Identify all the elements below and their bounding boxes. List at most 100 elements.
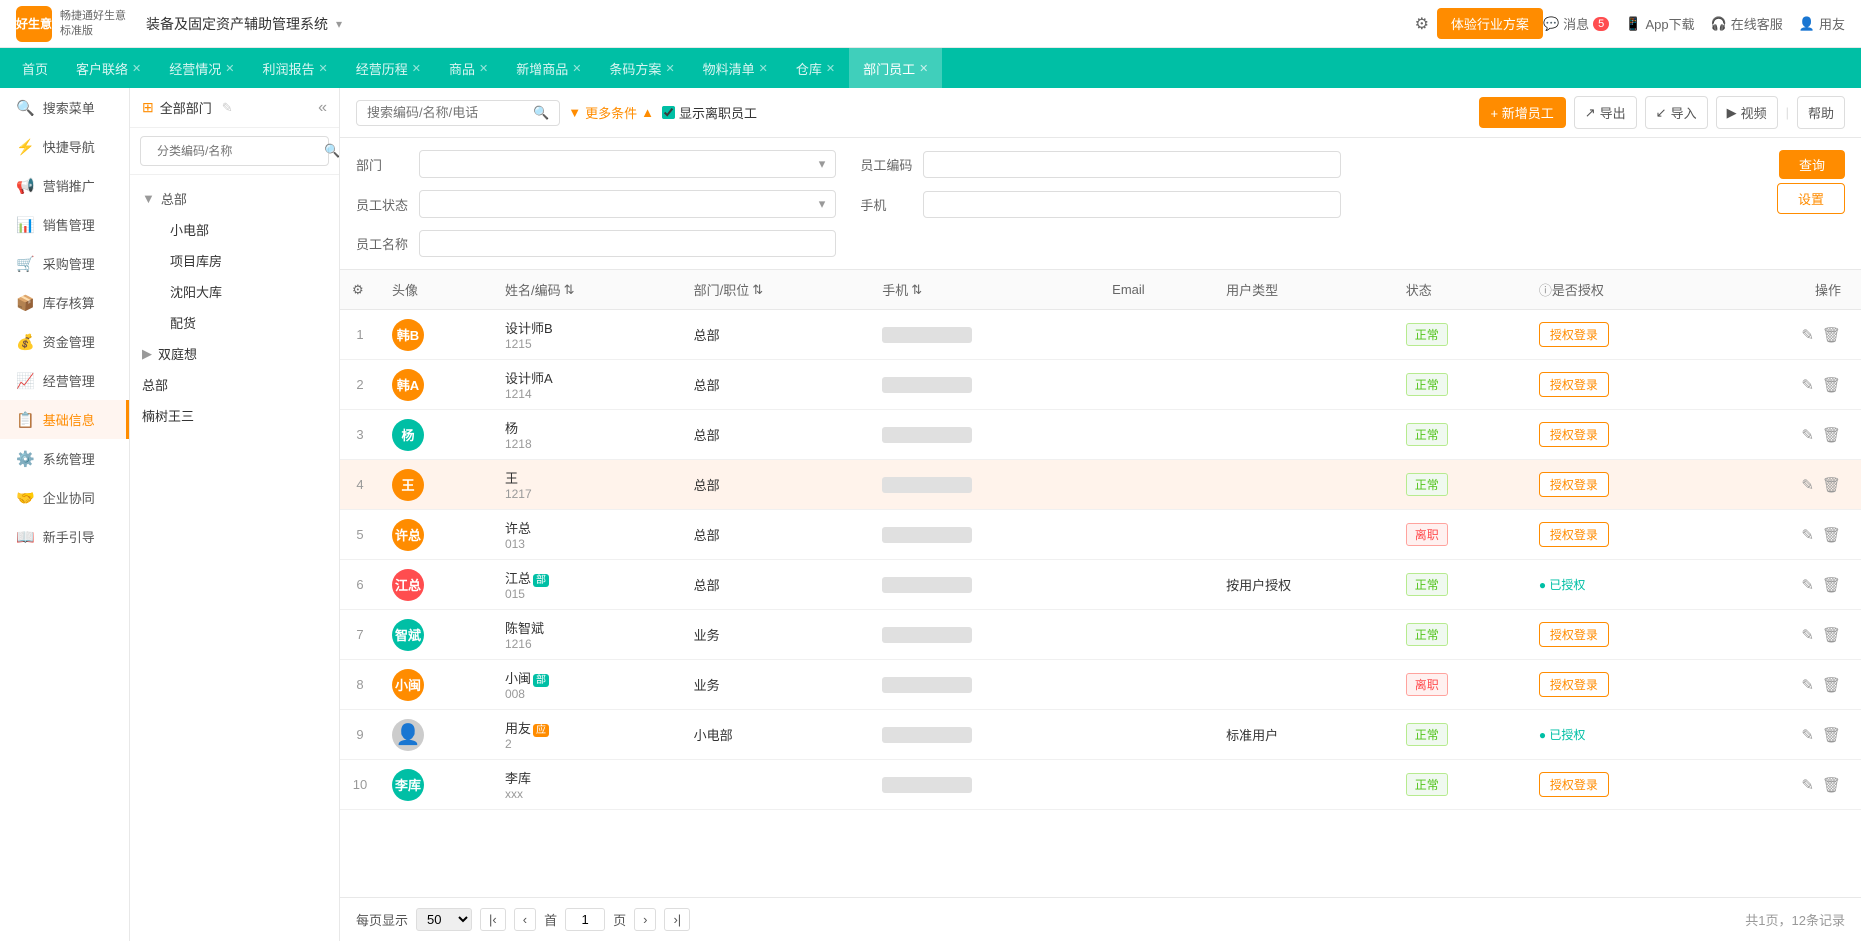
- close-tab-icon[interactable]: ✕: [412, 62, 421, 75]
- edit-icon[interactable]: ✎: [1801, 726, 1814, 744]
- delete-icon[interactable]: 🗑: [1822, 326, 1841, 344]
- nav-tab-首页[interactable]: 首页: [8, 48, 62, 88]
- col-settings[interactable]: ⚙: [340, 270, 380, 310]
- nav-tab-部门员工[interactable]: 部门员工 ✕: [849, 48, 942, 88]
- nav-tab-条码方案[interactable]: 条码方案 ✕: [595, 48, 688, 88]
- search-input[interactable]: [367, 105, 527, 120]
- sidebar-item-营销推广[interactable]: 📢营销推广: [0, 166, 129, 205]
- close-tab-icon[interactable]: ✕: [919, 62, 928, 75]
- online-service-btn[interactable]: 🎧 在线客服: [1711, 14, 1783, 33]
- nav-tab-物料清单[interactable]: 物料清单 ✕: [689, 48, 782, 88]
- sidebar-item-采购管理[interactable]: 🛒采购管理: [0, 244, 129, 283]
- more-filter-btn[interactable]: ▼ 更多条件 ▲: [568, 103, 654, 122]
- search-button[interactable]: 查询: [1779, 150, 1845, 179]
- close-tab-icon[interactable]: ✕: [479, 62, 488, 75]
- close-tab-icon[interactable]: ✕: [319, 62, 328, 75]
- sidebar-item-企业协同[interactable]: 🤝企业协同: [0, 478, 129, 517]
- sidebar-item-经营管理[interactable]: 📈经营管理: [0, 361, 129, 400]
- delete-icon[interactable]: 🗑: [1822, 726, 1841, 744]
- auth-login-button[interactable]: 授权登录: [1539, 772, 1609, 797]
- col-phone[interactable]: 手机 ⇅: [870, 270, 1100, 310]
- edit-icon[interactable]: ✎: [1801, 626, 1814, 644]
- col-dept[interactable]: 部门/职位 ⇅: [682, 270, 871, 310]
- dept-node-xiangmukufang[interactable]: 项目库房: [146, 245, 339, 276]
- edit-icon[interactable]: ✎: [1801, 476, 1814, 494]
- filter-phone-input[interactable]: [923, 191, 1340, 218]
- delete-icon[interactable]: 🗑: [1822, 476, 1841, 494]
- nav-tab-经营情况[interactable]: 经营情况 ✕: [155, 48, 248, 88]
- trial-button[interactable]: 体验行业方案: [1437, 8, 1543, 39]
- sidebar-item-库存核算[interactable]: 📦库存核算: [0, 283, 129, 322]
- sidebar-item-搜索菜单[interactable]: 🔍搜索菜单: [0, 88, 129, 127]
- dept-edit-icon[interactable]: ✎: [222, 100, 233, 116]
- delete-icon[interactable]: 🗑: [1822, 776, 1841, 794]
- page-number-input[interactable]: [565, 908, 605, 931]
- video-button[interactable]: ▶ 视频: [1716, 96, 1778, 129]
- dept-node-nanshu[interactable]: 楠树王三: [130, 400, 339, 431]
- delete-icon[interactable]: 🗑: [1822, 626, 1841, 644]
- edit-icon[interactable]: ✎: [1801, 326, 1814, 344]
- per-page-select[interactable]: 50 100: [416, 908, 472, 931]
- filter-status-select[interactable]: ▾: [419, 190, 836, 218]
- nav-tab-经营历程[interactable]: 经营历程 ✕: [342, 48, 435, 88]
- settings-icon[interactable]: ⚙: [1415, 14, 1429, 34]
- dept-node-peihuo[interactable]: 配货: [146, 307, 339, 338]
- edit-icon[interactable]: ✎: [1801, 376, 1814, 394]
- sidebar-item-基础信息[interactable]: 📋基础信息: [0, 400, 129, 439]
- add-employee-button[interactable]: + 新增员工: [1479, 97, 1566, 128]
- delete-icon[interactable]: 🗑: [1822, 676, 1841, 694]
- app-download-btn[interactable]: 📱 App下载: [1625, 14, 1694, 33]
- message-btn[interactable]: 💬 消息 5: [1543, 14, 1609, 33]
- sidebar-item-销售管理[interactable]: 📊销售管理: [0, 205, 129, 244]
- close-tab-icon[interactable]: ✕: [759, 62, 768, 75]
- dept-node-shenyangdaku[interactable]: 沈阳大库: [146, 276, 339, 307]
- filter-empname-input[interactable]: [419, 230, 836, 257]
- edit-icon[interactable]: ✎: [1801, 526, 1814, 544]
- auth-login-button[interactable]: 授权登录: [1539, 372, 1609, 397]
- close-tab-icon[interactable]: ✕: [572, 62, 581, 75]
- auth-login-button[interactable]: 授权登录: [1539, 322, 1609, 347]
- auth-login-button[interactable]: 授权登录: [1539, 522, 1609, 547]
- dept-node-shuangtingxiang[interactable]: ▶ 双庭想: [130, 338, 339, 369]
- nav-tab-利润报告[interactable]: 利润报告 ✕: [248, 48, 341, 88]
- set-button[interactable]: 设置: [1777, 183, 1845, 214]
- dept-node-zongbu2[interactable]: 总部: [130, 369, 339, 400]
- edit-icon[interactable]: ✎: [1801, 576, 1814, 594]
- last-page-btn[interactable]: ›|: [664, 908, 690, 931]
- col-name[interactable]: 姓名/编码 ⇅: [493, 270, 682, 310]
- delete-icon[interactable]: 🗑: [1822, 376, 1841, 394]
- nav-tab-商品[interactable]: 商品 ✕: [435, 48, 502, 88]
- edit-icon[interactable]: ✎: [1801, 426, 1814, 444]
- sidebar-item-系统管理[interactable]: ⚙️系统管理: [0, 439, 129, 478]
- expand-icon[interactable]: ▼: [142, 191, 155, 206]
- auth-login-button[interactable]: 授权登录: [1539, 622, 1609, 647]
- dept-node-xiaodianbu[interactable]: 小电部: [146, 214, 339, 245]
- edit-icon[interactable]: ✎: [1801, 676, 1814, 694]
- delete-icon[interactable]: 🗑: [1822, 576, 1841, 594]
- edit-icon[interactable]: ✎: [1801, 776, 1814, 794]
- auth-login-button[interactable]: 授权登录: [1539, 422, 1609, 447]
- import-button[interactable]: ↙ 导入: [1645, 96, 1708, 129]
- close-tab-icon[interactable]: ✕: [665, 62, 674, 75]
- delete-icon[interactable]: 🗑: [1822, 426, 1841, 444]
- close-tab-icon[interactable]: ✕: [132, 62, 141, 75]
- dept-collapse-icon[interactable]: «: [318, 99, 327, 117]
- auth-login-button[interactable]: 授权登录: [1539, 672, 1609, 697]
- auth-login-button[interactable]: 授权登录: [1539, 472, 1609, 497]
- filter-dept-select[interactable]: ▾: [419, 150, 836, 178]
- filter-empcode-input[interactable]: [923, 151, 1340, 178]
- show-leave-checkbox[interactable]: 显示离职员工: [662, 103, 757, 122]
- user-menu-btn[interactable]: 👤 用友: [1799, 14, 1845, 33]
- delete-icon[interactable]: 🗑: [1822, 526, 1841, 544]
- dropdown-arrow-icon[interactable]: ▾: [336, 17, 342, 31]
- first-page-btn[interactable]: |‹: [480, 908, 506, 931]
- sidebar-item-资金管理[interactable]: 💰资金管理: [0, 322, 129, 361]
- next-page-btn[interactable]: ›: [634, 908, 656, 931]
- dept-search-input[interactable]: [149, 140, 320, 162]
- sidebar-item-新手引导[interactable]: 📖新手引导: [0, 517, 129, 556]
- show-leave-check[interactable]: [662, 106, 675, 119]
- export-button[interactable]: ↗ 导出: [1574, 96, 1637, 129]
- sidebar-item-快捷导航[interactable]: ⚡快捷导航: [0, 127, 129, 166]
- nav-tab-新增商品[interactable]: 新增商品 ✕: [502, 48, 595, 88]
- nav-tab-客户联络[interactable]: 客户联络 ✕: [62, 48, 155, 88]
